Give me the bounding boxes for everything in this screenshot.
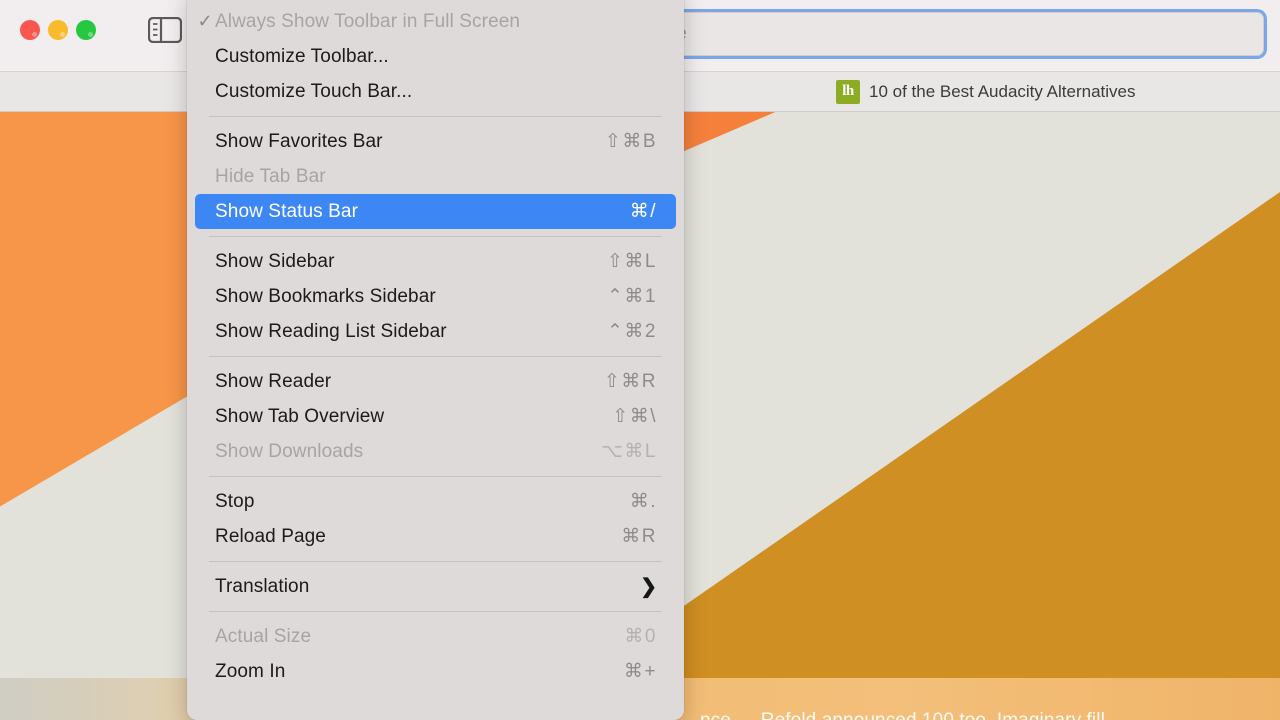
menu-item-label: Show Status Bar [215, 200, 359, 222]
menu-item-always-show-toolbar-in-full-screen[interactable]: ✓ Always Show Toolbar in Full Screen [195, 4, 676, 39]
close-button[interactable] [20, 20, 40, 40]
page-bottom-text: nce — Refold announced 100 too. Imaginar… [700, 710, 1105, 720]
menu-item-label: Stop [215, 490, 255, 512]
menu-item-shortcut: ⇧⌘\ [612, 406, 657, 427]
menu-item-show-reader[interactable]: Show Reader ⇧⌘R [195, 364, 676, 399]
menu-item-show-favorites-bar[interactable]: Show Favorites Bar ⇧⌘B [195, 124, 676, 159]
menu-item-label: Show Sidebar [215, 250, 335, 272]
screen: nce — Refold announced 100 too. Imaginar… [0, 0, 1280, 720]
menu-item-label: Show Favorites Bar [215, 130, 383, 152]
menu-item-shortcut: ⇧⌘B [604, 131, 657, 152]
menu-item-zoom-in[interactable]: Zoom In ⌘+ [195, 654, 676, 689]
menu-item-label: Reload Page [215, 525, 326, 547]
menu-item-label: Zoom In [215, 660, 286, 682]
window-controls [20, 20, 96, 40]
menu-item-show-bookmarks-sidebar[interactable]: Show Bookmarks Sidebar ⌃⌘1 [195, 279, 676, 314]
menu-item-reload-page[interactable]: Reload Page ⌘R [195, 519, 676, 554]
menu-item-label: Actual Size [215, 625, 312, 647]
menu-item-shortcut: ⌘/ [629, 201, 657, 222]
menu-item-shortcut: ⌘R [621, 526, 657, 547]
menu-item-label: Translation [215, 575, 310, 597]
menu-item-shortcut: ⇧⌘L [607, 251, 657, 272]
checkmark-icon: ✓ [197, 11, 213, 31]
menu-item-actual-size[interactable]: Actual Size ⌘0 [195, 619, 676, 654]
menu-item-shortcut: ⌃⌘2 [607, 321, 657, 342]
menu-item-shortcut: ⌃⌘1 [607, 286, 657, 307]
menu-separator [209, 476, 662, 477]
favorites-item[interactable]: lh 10 of the Best Audacity Alternatives [832, 78, 1140, 106]
zoom-button[interactable] [76, 20, 96, 40]
menu-item-label: Always Show Toolbar in Full Screen [215, 10, 521, 32]
menu-separator [209, 236, 662, 237]
menu-item-show-sidebar[interactable]: Show Sidebar ⇧⌘L [195, 244, 676, 279]
menu-item-show-downloads[interactable]: Show Downloads ⌥⌘L [195, 434, 676, 469]
sidebar-icon[interactable] [148, 17, 182, 43]
minimize-button[interactable] [48, 20, 68, 40]
menu-item-show-reading-list-sidebar[interactable]: Show Reading List Sidebar ⌃⌘2 [195, 314, 676, 349]
menu-item-label: Customize Touch Bar... [215, 80, 413, 102]
menu-separator [209, 116, 662, 117]
menu-item-label: Hide Tab Bar [215, 165, 326, 187]
menu-item-label: Show Reading List Sidebar [215, 320, 447, 342]
menu-item-label: Show Downloads [215, 440, 364, 462]
menu-separator [209, 611, 662, 612]
menu-separator [209, 561, 662, 562]
menu-separator [209, 356, 662, 357]
chevron-right-icon: ❯ [640, 575, 657, 598]
menu-item-shortcut: ⌘. [629, 491, 657, 512]
menu-item-label: Customize Toolbar... [215, 45, 389, 67]
view-menu[interactable]: ✓ Always Show Toolbar in Full Screen Cus… [187, 0, 684, 720]
menu-item-label: Show Bookmarks Sidebar [215, 285, 436, 307]
menu-item-show-status-bar[interactable]: Show Status Bar ⌘/ [195, 194, 676, 229]
menu-item-shortcut: ⌘0 [624, 626, 657, 647]
menu-item-shortcut: ⇧⌘R [603, 371, 657, 392]
menu-item-shortcut: ⌥⌘L [601, 441, 657, 462]
menu-item-customize-toolbar[interactable]: Customize Toolbar... [195, 39, 676, 74]
menu-item-label: Show Tab Overview [215, 405, 385, 427]
menu-item-show-tab-overview[interactable]: Show Tab Overview ⇧⌘\ [195, 399, 676, 434]
menu-item-customize-touch-bar[interactable]: Customize Touch Bar... [195, 74, 676, 109]
menu-item-stop[interactable]: Stop ⌘. [195, 484, 676, 519]
lifehacker-favicon-icon: lh [836, 79, 860, 104]
favorites-item-label: 10 of the Best Audacity Alternatives [869, 81, 1136, 101]
menu-item-hide-tab-bar[interactable]: Hide Tab Bar [195, 159, 676, 194]
menu-item-shortcut: ⌘+ [623, 661, 657, 682]
menu-item-translation[interactable]: Translation ❯ [195, 569, 676, 604]
menu-item-label: Show Reader [215, 370, 332, 392]
